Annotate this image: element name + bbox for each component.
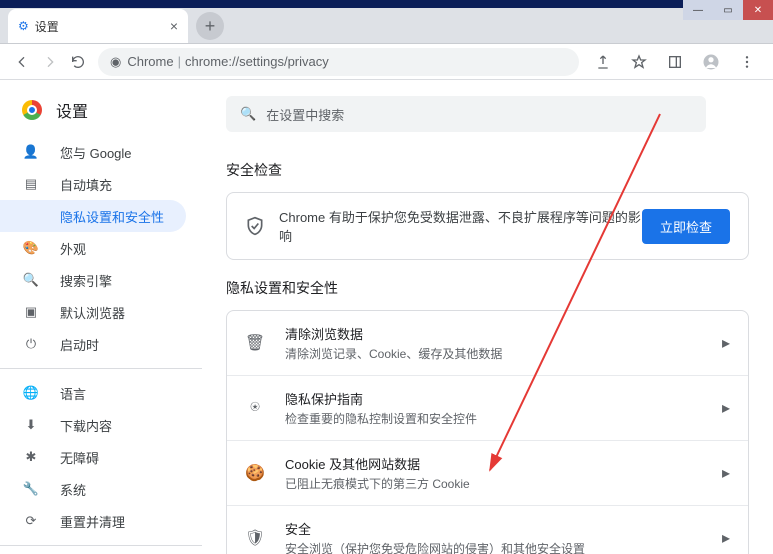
row-privacy-guide[interactable]: ⍟ 隐私保护指南检查重要的隐私控制设置和安全控件 ▸ (227, 375, 748, 440)
window-maximize-button[interactable]: ▭ (713, 0, 743, 20)
section-title-privacy: 隐私设置和安全性 (226, 278, 749, 298)
sidebar-item-languages[interactable]: 🌐 语言 (0, 377, 202, 409)
sidebar-label: 无障碍 (60, 448, 99, 467)
browser-tab-settings[interactable]: ⚙ 设置 × (8, 9, 188, 43)
back-button[interactable] (8, 48, 36, 76)
chevron-right-icon: ▸ (722, 333, 730, 353)
sidebar-label: 语言 (60, 384, 86, 403)
window-close-button[interactable]: ✕ (743, 0, 773, 20)
chevron-right-icon: ▸ (722, 398, 730, 418)
address-bar[interactable]: ◉ Chrome | chrome://settings/privacy (98, 48, 579, 76)
search-icon: 🔍 (240, 106, 256, 122)
settings-title: 设置 (56, 98, 88, 122)
star-icon[interactable] (625, 48, 653, 76)
sidebar-divider (0, 545, 202, 546)
settings-main: 🔍 在设置中搜索 安全检查 Chrome 有助于保护您免受数据泄露、不良扩展程序… (202, 80, 773, 554)
sidebar-label: 自动填充 (60, 175, 112, 194)
chevron-right-icon: ▸ (722, 528, 730, 548)
search-placeholder: 在设置中搜索 (266, 105, 344, 124)
sidebar-item-appearance[interactable]: 🎨 外观 (0, 232, 202, 264)
sidebar-item-reset[interactable]: ⟳ 重置并清理 (0, 505, 202, 537)
row-clear-browsing-data[interactable]: 🗑 清除浏览数据清除浏览记录、Cookie、缓存及其他数据 ▸ (227, 311, 748, 375)
sidebar-item-on-startup[interactable]: ⏻ 启动时 (0, 328, 202, 360)
browser-icon: ▣ (22, 303, 40, 321)
cookie-icon: 🍪 (245, 463, 265, 483)
row-subtitle: 已阻止无痕模式下的第三方 Cookie (285, 475, 722, 492)
shield-icon (22, 207, 40, 225)
sidebar-item-default-browser[interactable]: ▣ 默认浏览器 (0, 296, 202, 328)
globe-icon: 🌐 (22, 384, 40, 402)
row-subtitle: 检查重要的隐私控制设置和安全控件 (285, 410, 722, 427)
row-title: Cookie 及其他网站数据 (285, 454, 722, 473)
section-title-safety: 安全检查 (226, 160, 749, 180)
safety-check-text: Chrome 有助于保护您免受数据泄露、不良扩展程序等问题的影响 (279, 207, 642, 245)
trash-icon: 🗑 (245, 333, 265, 353)
sidebar-item-accessibility[interactable]: ✱ 无障碍 (0, 441, 202, 473)
reload-button[interactable] (64, 48, 92, 76)
row-subtitle: 清除浏览记录、Cookie、缓存及其他数据 (285, 345, 722, 362)
row-subtitle: 安全浏览（保护您免受危险网站的侵害）和其他安全设置 (285, 540, 722, 554)
row-title: 隐私保护指南 (285, 389, 722, 408)
sidebar-item-autofill[interactable]: ▤ 自动填充 (0, 168, 202, 200)
sidebar-item-privacy[interactable]: 隐私设置和安全性 (0, 200, 186, 232)
settings-sidebar: 设置 👤 您与 Google ▤ 自动填充 隐私设置和安全性 🎨 外观 🔍 搜索引擎 ▣… (0, 80, 202, 554)
sidebar-label: 启动时 (60, 335, 99, 354)
sidebar-label: 您与 Google (60, 143, 132, 162)
sidebar-label: 下载内容 (60, 416, 112, 435)
browser-tab-strip: ⚙ 设置 × + — ▭ ✕ (0, 8, 773, 44)
sidebar-item-search-engine[interactable]: 🔍 搜索引擎 (0, 264, 202, 296)
sidebar-label: 默认浏览器 (60, 303, 125, 322)
search-icon: 🔍 (22, 271, 40, 289)
side-panel-icon[interactable] (661, 48, 689, 76)
sidebar-item-system[interactable]: 🔧 系统 (0, 473, 202, 505)
menu-icon[interactable] (733, 48, 761, 76)
sidebar-label: 搜索引擎 (60, 271, 112, 290)
chrome-logo-icon (22, 100, 42, 120)
sidebar-item-downloads[interactable]: ⬇ 下载内容 (0, 409, 202, 441)
address-scheme: Chrome (127, 54, 173, 69)
safety-check-card: Chrome 有助于保护您免受数据泄露、不良扩展程序等问题的影响 立即检查 (226, 192, 749, 260)
address-separator: | (178, 54, 181, 69)
row-title: 清除浏览数据 (285, 324, 722, 343)
profile-avatar[interactable] (697, 48, 725, 76)
autofill-icon: ▤ (22, 175, 40, 193)
row-title: 安全 (285, 519, 722, 538)
window-titlebar (0, 0, 773, 8)
shield-check-icon (245, 216, 265, 236)
browser-toolbar: ◉ Chrome | chrome://settings/privacy (0, 44, 773, 80)
forward-button[interactable] (36, 48, 64, 76)
chevron-right-icon: ▸ (722, 463, 730, 483)
download-icon: ⬇ (22, 416, 40, 434)
row-security[interactable]: 🛡 安全安全浏览（保护您免受危险网站的侵害）和其他安全设置 ▸ (227, 505, 748, 554)
row-cookies[interactable]: 🍪 Cookie 及其他网站数据已阻止无痕模式下的第三方 Cookie ▸ (227, 440, 748, 505)
safety-check-button[interactable]: 立即检查 (642, 209, 730, 244)
sidebar-divider (0, 368, 202, 369)
address-url: chrome://settings/privacy (185, 54, 329, 69)
settings-header: 设置 (0, 98, 202, 136)
sidebar-label: 隐私设置和安全性 (60, 207, 164, 226)
window-minimize-button[interactable]: — (683, 0, 713, 20)
power-icon: ⏻ (22, 335, 40, 353)
reset-icon: ⟳ (22, 512, 40, 530)
person-icon: 👤 (22, 143, 40, 161)
sidebar-item-you-and-google[interactable]: 👤 您与 Google (0, 136, 202, 168)
chrome-icon: ◉ (110, 54, 121, 70)
sidebar-label: 系统 (60, 480, 86, 499)
settings-search-input[interactable]: 🔍 在设置中搜索 (226, 96, 706, 132)
close-tab-icon[interactable]: × (170, 18, 178, 34)
lock-icon: 🛡 (245, 528, 265, 548)
wrench-icon: 🔧 (22, 480, 40, 498)
gear-icon: ⚙ (18, 19, 29, 33)
share-icon[interactable] (589, 48, 617, 76)
new-tab-button[interactable]: + (196, 12, 224, 40)
tab-title: 设置 (35, 18, 59, 35)
sidebar-label: 外观 (60, 239, 86, 258)
sidebar-label: 重置并清理 (60, 512, 125, 531)
appearance-icon: 🎨 (22, 239, 40, 257)
guide-icon: ⍟ (245, 399, 265, 417)
privacy-card: 🗑 清除浏览数据清除浏览记录、Cookie、缓存及其他数据 ▸ ⍟ 隐私保护指南… (226, 310, 749, 554)
accessibility-icon: ✱ (22, 448, 40, 466)
